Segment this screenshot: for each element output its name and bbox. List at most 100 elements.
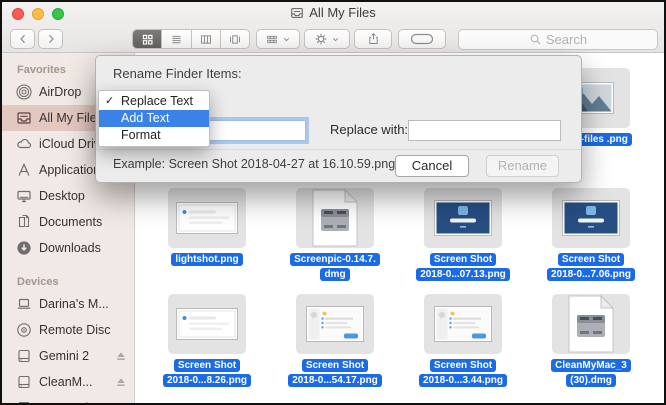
chevron-right-icon bbox=[45, 33, 57, 45]
tag-button[interactable] bbox=[398, 29, 446, 49]
laptop-icon bbox=[16, 296, 32, 312]
rename-button[interactable]: Rename bbox=[486, 155, 559, 177]
share-icon bbox=[367, 32, 380, 46]
sidebar-item-label: Downloads bbox=[39, 241, 101, 255]
finder-window: All My Files bbox=[0, 0, 666, 405]
share-button[interactable] bbox=[354, 29, 392, 49]
menu-item-add-text[interactable]: Add Text bbox=[99, 110, 209, 127]
replace-with-label: Replace with: bbox=[330, 122, 408, 137]
file-item-screen-shot-2018-0-07-13-png[interactable]: Screen Shot 2018-0...07.13.png bbox=[399, 188, 527, 281]
file-item-screen-shot-2018-0-3-44-png[interactable]: Screen Shot 2018-0...3.44.png bbox=[399, 294, 527, 387]
sidebar-item-label: Gemini 2 bbox=[39, 349, 89, 363]
search-input[interactable]: Search bbox=[458, 29, 658, 50]
cancel-button[interactable]: Cancel bbox=[395, 155, 469, 177]
file-item-screen-shot-2018-0-7-06-png[interactable]: Screen Shot 2018-0...7.06.png bbox=[527, 188, 655, 281]
back-button[interactable] bbox=[10, 29, 35, 49]
eject-icon[interactable] bbox=[114, 375, 128, 389]
file-name-label: 2018-0...7.06.png bbox=[547, 268, 635, 281]
title-and-toolbar: All My Files bbox=[2, 2, 664, 53]
arrange-menu-button[interactable] bbox=[256, 29, 300, 49]
menu-item-label: Add Text bbox=[121, 111, 169, 125]
file-item-lightshot-png[interactable]: lightshot.png bbox=[143, 188, 271, 266]
file-thumbnail bbox=[168, 294, 246, 354]
file-thumbnail bbox=[424, 188, 502, 248]
sidebar-item-desktop[interactable]: Desktop bbox=[2, 183, 134, 209]
sidebar-item-label: Documents bbox=[39, 215, 102, 229]
gear-icon bbox=[314, 32, 328, 46]
file-thumbnail bbox=[552, 294, 630, 354]
file-name-label: 2018-0...54.17.png bbox=[288, 374, 382, 387]
chevron-left-icon bbox=[17, 33, 29, 45]
rename-type-menu: ✓ Replace Text Add Text Format bbox=[98, 90, 210, 147]
file-item-screenpic-0-14-7-dmg[interactable]: Screenpic-0.14.7. dmg bbox=[271, 188, 399, 281]
window-title: All My Files bbox=[309, 5, 375, 20]
downloads-icon bbox=[16, 240, 32, 256]
coverflow-view-button[interactable] bbox=[221, 30, 249, 48]
file-name-label: Screen Shot bbox=[558, 253, 624, 266]
sidebar-item-label: All My Files bbox=[39, 111, 103, 125]
file-name-label: Screen Shot bbox=[430, 253, 496, 266]
file-name-label: (30).dmg bbox=[566, 374, 616, 387]
sidebar-item-cleanm[interactable]: CleanM... bbox=[2, 369, 134, 395]
disc-icon bbox=[16, 322, 32, 338]
file-thumbnail bbox=[168, 188, 246, 248]
file-name-label: 2018-0...07.13.png bbox=[416, 268, 510, 281]
view-switcher bbox=[132, 29, 250, 49]
file-name-label: 2018-0...8.26.png bbox=[163, 374, 251, 387]
eject-icon[interactable] bbox=[114, 401, 128, 403]
checkmark-icon: ✓ bbox=[105, 93, 114, 110]
column-view-button[interactable] bbox=[192, 30, 221, 48]
cloud-icon bbox=[16, 136, 32, 152]
search-icon bbox=[529, 33, 542, 46]
icon-view-button[interactable] bbox=[133, 30, 162, 48]
list-view-button[interactable] bbox=[162, 30, 191, 48]
file-name-label: Screen Shot bbox=[174, 359, 240, 372]
all-my-files-icon bbox=[16, 110, 32, 126]
action-menu-button[interactable] bbox=[304, 29, 350, 49]
chevron-down-icon bbox=[331, 35, 340, 44]
file-thumbnail bbox=[552, 188, 630, 248]
menu-item-replace-text[interactable]: ✓ Replace Text bbox=[99, 93, 209, 110]
coverflow-view-icon bbox=[228, 33, 242, 46]
file-name-label: 2018-0...3.44.png bbox=[419, 374, 507, 387]
sidebar-item-label: Screenpic bbox=[39, 401, 95, 403]
sidebar-item-label: CleanM... bbox=[39, 375, 93, 389]
file-item-cleanmymac-3-30-dmg[interactable]: CleanMyMac_3 (30).dmg bbox=[527, 294, 655, 387]
sidebar-item-remote-disc[interactable]: Remote Disc bbox=[2, 317, 134, 343]
file-item-screen-shot-2018-0-8-26-png[interactable]: Screen Shot 2018-0...8.26.png bbox=[143, 294, 271, 387]
search-placeholder: Search bbox=[546, 32, 587, 47]
file-item-screen-shot-2018-0-54-17-png[interactable]: Screen Shot2018-0...54.17.png bbox=[271, 294, 399, 387]
file-name-label: dmg bbox=[320, 268, 349, 281]
sidebar-item-gemini-2[interactable]: Gemini 2 bbox=[2, 343, 134, 369]
all-my-files-icon bbox=[290, 6, 304, 20]
sidebar-item-label: AirDrop bbox=[39, 85, 81, 99]
sidebar-item-documents[interactable]: Documents bbox=[2, 209, 134, 235]
column-view-icon bbox=[199, 33, 213, 46]
sidebar-item-screenpic[interactable]: Screenpic bbox=[2, 395, 134, 403]
menu-item-label: Format bbox=[121, 128, 161, 142]
sidebar-item-label: Remote Disc bbox=[39, 323, 111, 337]
replace-with-field[interactable] bbox=[408, 120, 561, 141]
sidebar-item-label: Darina's M... bbox=[39, 297, 109, 311]
menu-item-format[interactable]: Format bbox=[99, 127, 209, 144]
drive-icon bbox=[16, 374, 32, 390]
desktop-icon bbox=[16, 188, 32, 204]
airdrop-icon bbox=[16, 84, 32, 100]
forward-button[interactable] bbox=[38, 29, 63, 49]
file-thumbnail bbox=[296, 294, 374, 354]
sidebar-item-downloads[interactable]: Downloads bbox=[2, 235, 134, 261]
drive-icon bbox=[16, 400, 32, 403]
tag-icon bbox=[410, 33, 434, 45]
menu-item-label: Replace Text bbox=[121, 94, 193, 108]
file-name-label: Screenpic-0.14.7. bbox=[290, 253, 380, 266]
drive-icon bbox=[16, 348, 32, 364]
file-thumbnail bbox=[296, 188, 374, 248]
chevron-down-icon bbox=[282, 35, 291, 44]
file-name-label: Screen Shot bbox=[430, 359, 496, 372]
file-name-label: CleanMyMac_3 bbox=[551, 359, 631, 372]
sidebar-item-darina-s-m[interactable]: Darina's M... bbox=[2, 291, 134, 317]
sidebar-item-label: Desktop bbox=[39, 189, 85, 203]
eject-icon[interactable] bbox=[114, 349, 128, 363]
list-view-icon bbox=[170, 33, 183, 46]
file-name-label: lightshot.png bbox=[171, 253, 242, 266]
